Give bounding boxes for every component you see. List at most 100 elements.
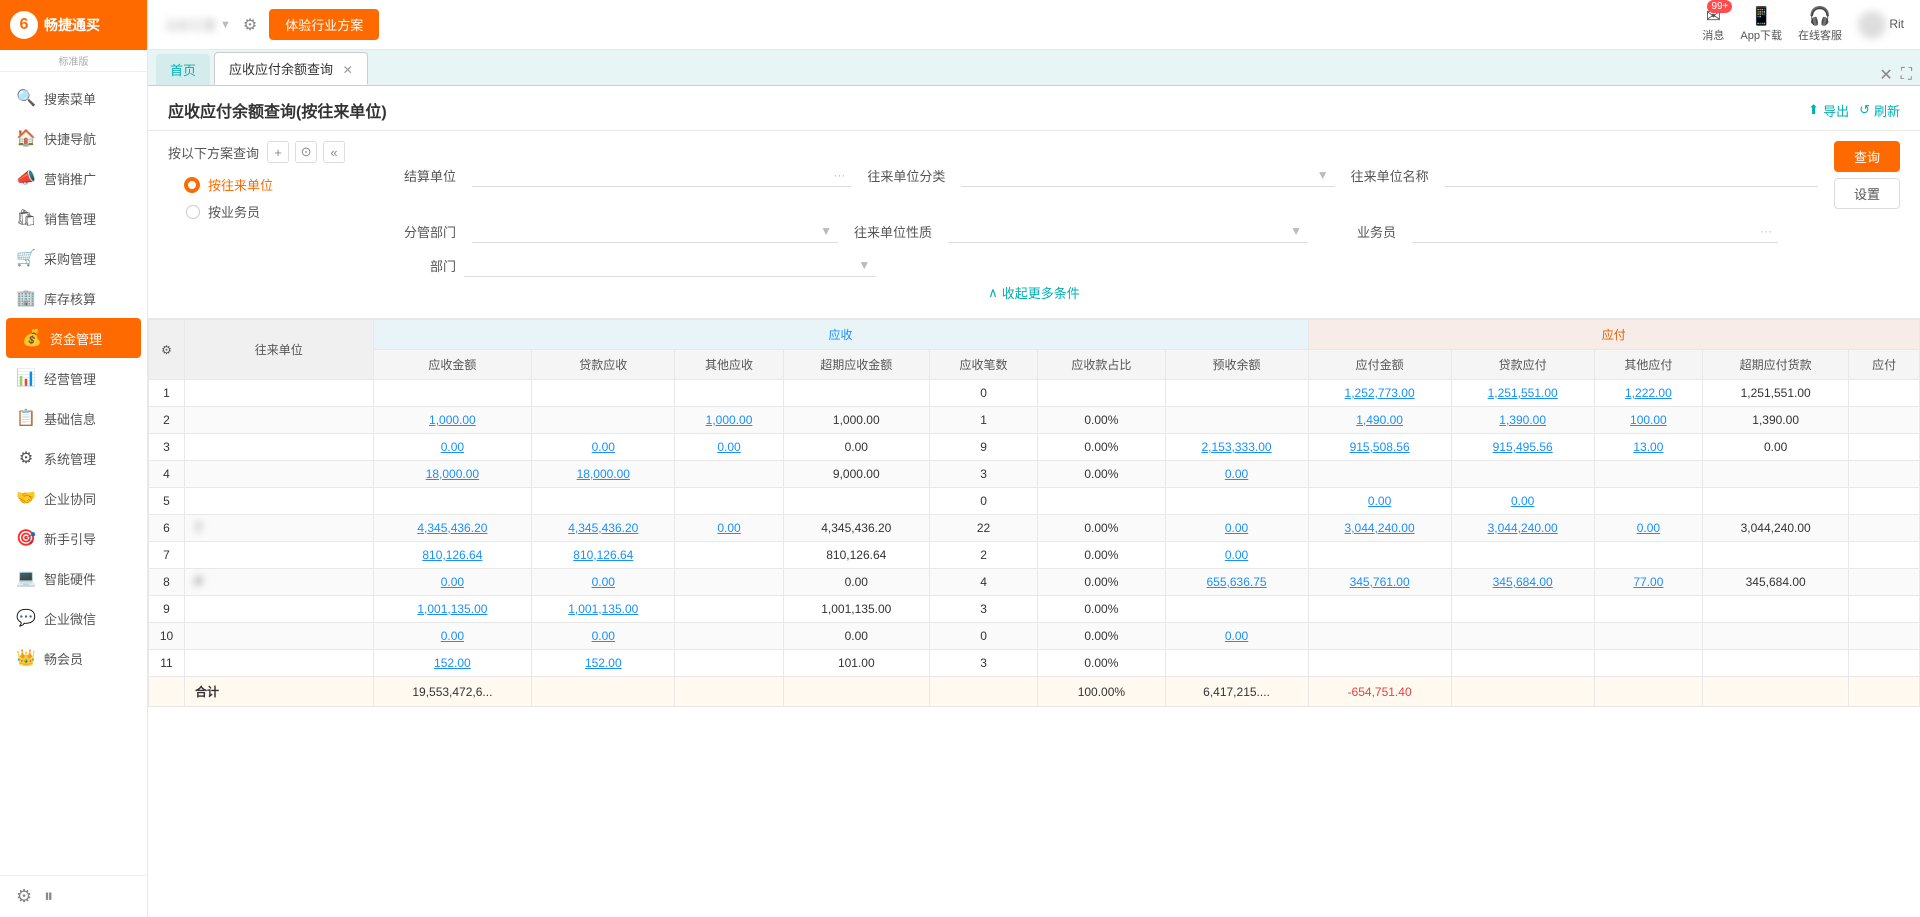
refresh-button[interactable]: ↺ 刷新 — [1859, 101, 1900, 120]
th-ar-count: 应收笔数 — [929, 350, 1037, 380]
table-row: 674,345,436.204,345,436.200.004,345,436.… — [149, 515, 1920, 542]
table-row: 100.000.000.0000.00%0.00 — [149, 623, 1920, 650]
tab-ar-ap[interactable]: 应收应付余额查询 ✕ — [214, 52, 368, 85]
table-row: 30.000.000.000.0090.00%2,153,333.00915,5… — [149, 434, 1920, 461]
settlement-dots-icon[interactable]: ··· — [833, 168, 845, 182]
system-icon: ⚙ — [16, 448, 36, 468]
sidebar-item-system[interactable]: ⚙ 系统管理 — [0, 438, 147, 478]
filter-method-panel: 按以下方案查询 + ⊙ « 按往来单位 — [168, 141, 368, 277]
tab-home-label: 首页 — [170, 63, 196, 78]
sidebar-item-finance[interactable]: 💰 资金管理 — [6, 318, 141, 358]
sidebar-label-finance: 资金管理 — [50, 329, 102, 348]
tab-home[interactable]: 首页 — [156, 54, 210, 85]
filter-item-dept: 分管部门 ▼ — [384, 219, 838, 243]
partner-nature-select[interactable] — [948, 219, 1308, 243]
sidebar-label-search: 搜索菜单 — [44, 89, 96, 108]
settings-button[interactable]: 设置 — [1834, 178, 1900, 209]
filter-area: 按以下方案查询 + ⊙ « 按往来单位 — [148, 131, 1920, 319]
salesperson-dots-icon[interactable]: ··· — [1760, 224, 1772, 238]
th-ar-amount: 应收金额 — [373, 350, 532, 380]
user-menu[interactable]: Rit — [1858, 11, 1904, 39]
refresh-icon: ↺ — [1859, 102, 1870, 118]
user-avatar — [1858, 11, 1886, 39]
table-row: 8P0.000.000.0040.00%655,636.75345,761.00… — [149, 569, 1920, 596]
sidebar-label-basic: 基础信息 — [44, 409, 96, 428]
sales-icon: 🛍 — [16, 208, 36, 228]
filter-item-partner-nature: 往来单位性质 ▼ — [854, 219, 1308, 243]
collapse-chevron-icon: ∧ — [988, 285, 998, 301]
filter-collapse-icon[interactable]: « — [323, 141, 345, 163]
th-ar-loan: 贷款应收 — [532, 350, 675, 380]
message-button[interactable]: 99+ ✉ 消息 — [1702, 6, 1724, 43]
partner-name-input[interactable] — [1445, 163, 1818, 187]
coop-icon: 🤝 — [16, 488, 36, 508]
app-download-icon: 📱 — [1750, 6, 1772, 27]
app-download-button[interactable]: 📱 App下载 — [1740, 6, 1782, 43]
sidebar-item-purchase[interactable]: 🛒 采购管理 — [0, 238, 147, 278]
sidebar-item-basic[interactable]: 📋 基础信息 — [0, 398, 147, 438]
managing-dept-select[interactable] — [472, 219, 838, 243]
collapse-conditions-button[interactable]: ∧ 收起更多条件 — [168, 277, 1900, 308]
bottom-collapse-icon[interactable]: ⏸ — [44, 886, 53, 907]
table-row: 11152.00152.00101.0030.00% — [149, 650, 1920, 677]
filter-item-partner-category: 往来单位分类 ▼ — [867, 163, 1334, 187]
th-ar-prepay: 预收余额 — [1165, 350, 1308, 380]
tabs-controls: ✕ ⛶ — [1879, 65, 1912, 85]
home-icon: 🏠 — [16, 128, 36, 148]
sidebar-label-marketing: 营销推广 — [44, 169, 96, 188]
sidebar-item-coop[interactable]: 🤝 企业协同 — [0, 478, 147, 518]
message-badge: 99+ — [1707, 0, 1732, 13]
service-icon: 🎧 — [1809, 6, 1831, 27]
app-name: 畅捷通买 — [44, 17, 100, 34]
online-service-button[interactable]: 🎧 在线客服 — [1798, 6, 1842, 43]
sidebar-label-nav: 快捷导航 — [44, 129, 96, 148]
add-filter-icon[interactable]: + — [267, 141, 289, 163]
data-table-wrapper: ⚙ 往来单位 应收 应付 应收金额 贷款应收 其他应收 超期应收金额 应收笔数 … — [148, 319, 1920, 917]
breadcrumb: 当前位置 ▼ — [164, 15, 231, 34]
sidebar-item-nav[interactable]: 🏠 快捷导航 — [0, 118, 147, 158]
sidebar-label-inventory: 库存核算 — [44, 289, 96, 308]
sidebar-item-member[interactable]: 👑 畅会员 — [0, 638, 147, 678]
breadcrumb-chevron: ▼ — [220, 19, 231, 31]
sidebar-item-sales[interactable]: 🛍 销售管理 — [0, 198, 147, 238]
department-select[interactable] — [464, 253, 876, 277]
sidebar-item-operations[interactable]: 📊 经营管理 — [0, 358, 147, 398]
filter-method-by-partner[interactable]: 按往来单位 — [184, 175, 368, 194]
page-title: 应收应付余额查询(按往来单位) — [168, 98, 387, 130]
sidebar-item-wechat[interactable]: 💬 企业微信 — [0, 598, 147, 638]
sidebar-menu: 🔍 搜索菜单 🏠 快捷导航 📣 营销推广 🛍 销售管理 🛒 采购管理 🏢 库存核… — [0, 72, 147, 875]
bottom-settings-icon[interactable]: ⚙ — [16, 886, 32, 907]
tab-expand-icon[interactable]: ⛶ — [1901, 66, 1912, 84]
message-label: 消息 — [1702, 27, 1724, 43]
tab-close-icon[interactable]: ✕ — [343, 63, 353, 77]
sidebar-item-search[interactable]: 🔍 搜索菜单 — [0, 78, 147, 118]
filter-method-by-partner-label: 按往来单位 — [208, 175, 273, 194]
th-ap-group: 应付 — [1308, 320, 1919, 350]
guide-icon: 🎯 — [16, 528, 36, 548]
export-icon: ⬆ — [1808, 102, 1819, 118]
sidebar-item-marketing[interactable]: 📣 营销推广 — [0, 158, 147, 198]
query-button[interactable]: 查询 — [1834, 141, 1900, 172]
topbar-settings-icon[interactable]: ⚙ — [243, 15, 257, 35]
search-icon: 🔍 — [16, 88, 36, 108]
filter-settings-icon[interactable]: ⊙ — [295, 141, 317, 163]
app-edition: 标准版 — [0, 50, 147, 72]
th-ap-amount: 应付金额 — [1308, 350, 1451, 380]
salesperson-input[interactable] — [1412, 219, 1778, 243]
table-settings-icon[interactable]: ⚙ — [161, 343, 172, 357]
th-ap-loan: 贷款应付 — [1451, 350, 1594, 380]
solution-button[interactable]: 体验行业方案 — [269, 9, 379, 40]
filter-method-by-salesperson[interactable]: 按业务员 — [184, 202, 368, 221]
export-button[interactable]: ⬆ 导出 — [1808, 101, 1849, 120]
partner-category-select[interactable] — [961, 163, 1334, 187]
th-ap-overdue: 超期应付货款 — [1703, 350, 1849, 380]
sidebar-item-inventory[interactable]: 🏢 库存核算 — [0, 278, 147, 318]
th-ar-other: 其他应收 — [675, 350, 783, 380]
sidebar-item-hardware[interactable]: 💻 智能硬件 — [0, 558, 147, 598]
th-settings[interactable]: ⚙ — [149, 320, 185, 380]
table-row: 418,000.0018,000.009,000.0030.00%0.00 — [149, 461, 1920, 488]
sidebar-item-guide[interactable]: 🎯 新手引导 — [0, 518, 147, 558]
settlement-unit-input[interactable] — [472, 163, 851, 187]
sidebar-label-wechat: 企业微信 — [44, 609, 96, 628]
tab-close-window-icon[interactable]: ✕ — [1879, 65, 1892, 85]
